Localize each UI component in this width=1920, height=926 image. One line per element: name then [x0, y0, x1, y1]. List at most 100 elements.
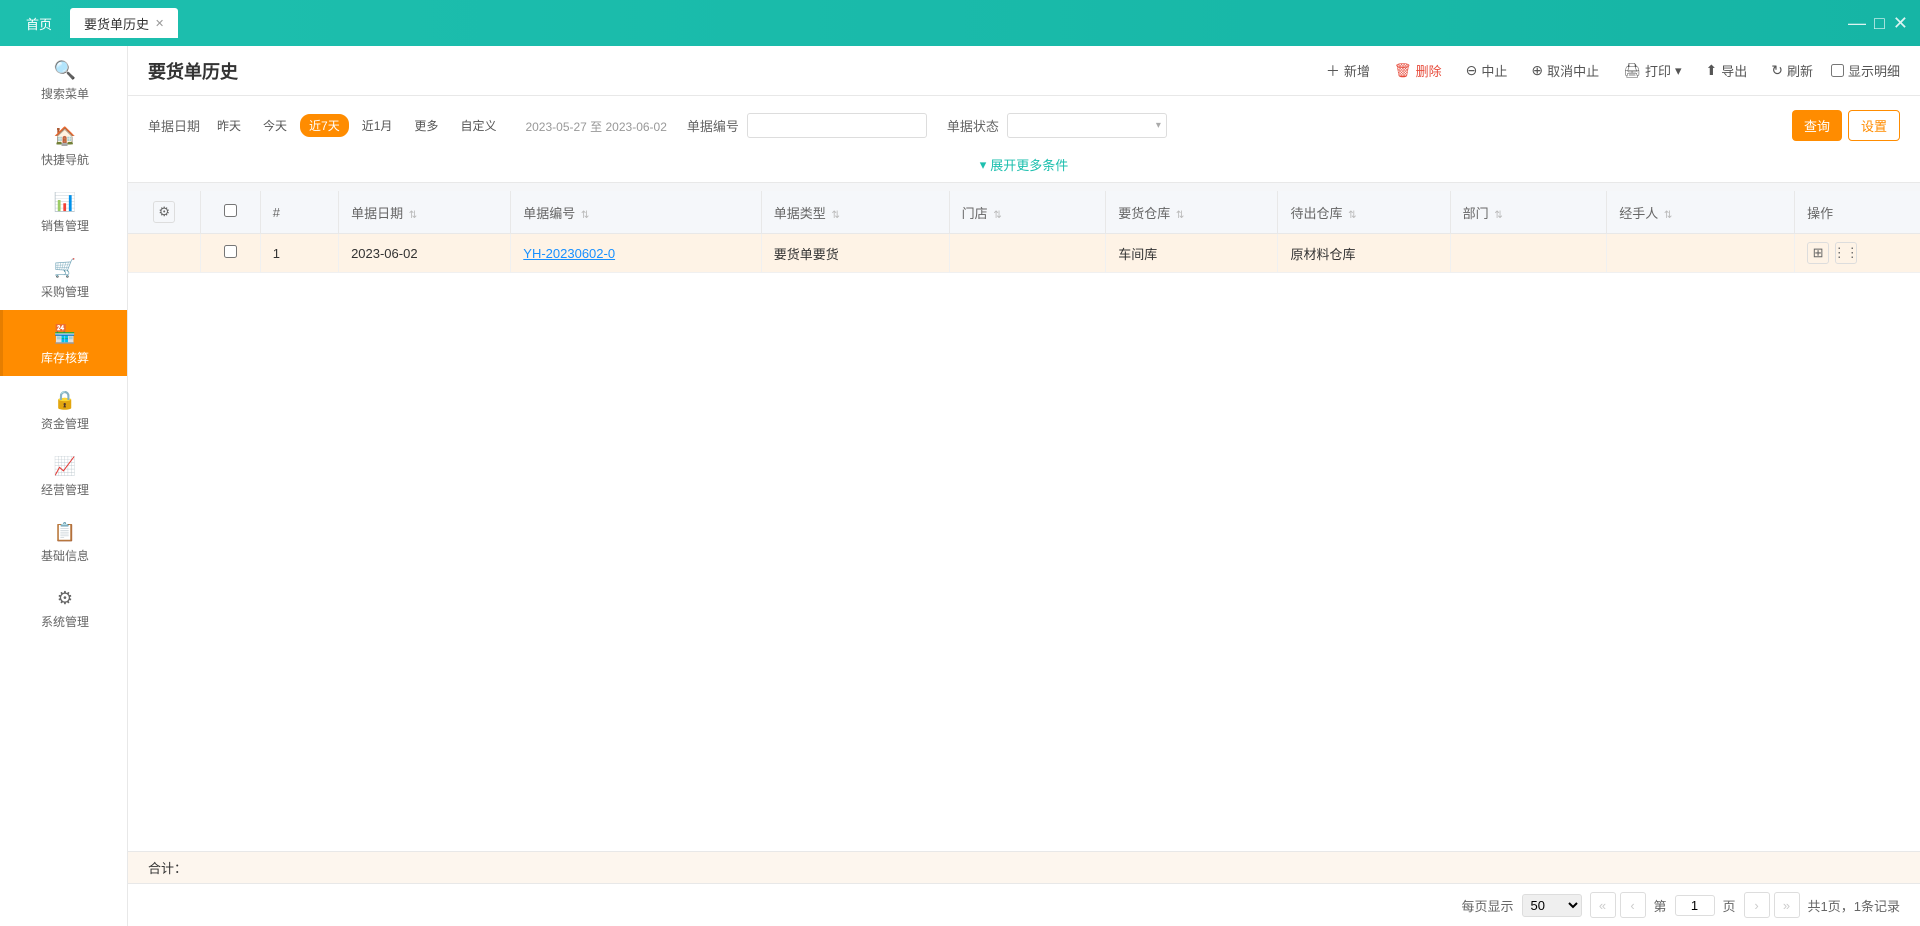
status-select-wrapper: ▾ [1007, 113, 1167, 138]
last-page-button[interactable]: » [1774, 892, 1800, 918]
inventory-icon: 🏪 [54, 324, 76, 345]
date-btn-7days[interactable]: 近7天 [300, 114, 349, 137]
date-btn-yesterday[interactable]: 昨天 [208, 114, 250, 137]
next-page-button[interactable]: › [1744, 892, 1770, 918]
sidebar-item-sales[interactable]: 📊 销售管理 [0, 178, 127, 244]
page-size-label: 每页显示 [1461, 896, 1513, 915]
sys-icon: ⚙ [57, 588, 73, 609]
expand-button[interactable]: ▾ 展开更多条件 [980, 155, 1069, 174]
prev-page-button[interactable]: ‹ [1620, 892, 1646, 918]
row-checkbox[interactable] [224, 245, 237, 258]
page-number-input[interactable] [1675, 895, 1715, 916]
col-docno-sort[interactable]: ⇅ [581, 210, 589, 221]
col-handler-header: 经手人 ⇅ [1607, 191, 1795, 234]
sidebar-item-base-info[interactable]: 📋 基础信息 [0, 508, 127, 574]
page-header: 要货单历史 ＋ 新增 🗑 删除 ⊖ 中止 ⊕ [128, 46, 1920, 96]
refresh-button[interactable]: ↻ 刷新 [1765, 57, 1819, 84]
add-button[interactable]: ＋ 新增 [1320, 57, 1376, 85]
page-total-info: 共1页，1条记录 [1808, 896, 1900, 915]
docno-input[interactable] [747, 113, 927, 138]
status-label: 单据状态 [947, 116, 999, 135]
query-button[interactable]: 查询 [1792, 110, 1842, 141]
col-type-sort[interactable]: ⇅ [831, 210, 839, 221]
doc-no-link[interactable]: YH-20230602-0 [523, 246, 615, 261]
base-info-icon: 📋 [54, 522, 76, 543]
sidebar-item-ops[interactable]: 📈 经营管理 [0, 442, 127, 508]
expand-row: ▾ 展开更多条件 [148, 147, 1900, 174]
col-to-wh-sort[interactable]: ⇅ [1348, 210, 1356, 221]
show-detail-toggle[interactable]: 显示明细 [1831, 61, 1900, 80]
show-detail-checkbox[interactable] [1831, 64, 1844, 77]
print-arrow-icon: ▾ [1675, 63, 1682, 79]
page-title: 要货单历史 [148, 58, 238, 84]
delete-button[interactable]: 🗑 删除 [1388, 57, 1448, 84]
col-date-sort[interactable]: ⇅ [409, 210, 417, 221]
sidebar-label-purchase: 采购管理 [41, 283, 89, 300]
content-area: 要货单历史 ＋ 新增 🗑 删除 ⊖ 中止 ⊕ [128, 46, 1920, 926]
cancel-stop-button[interactable]: ⊕ 取消中止 [1525, 57, 1605, 84]
col-from-wh-sort[interactable]: ⇅ [1176, 210, 1184, 221]
col-num-header: # [260, 191, 338, 234]
status-select[interactable] [1007, 113, 1167, 138]
print-label: 打印 [1645, 61, 1671, 80]
row-more-icon[interactable]: ⋮⋮ [1835, 242, 1857, 264]
requisition-table: ⚙ # 单据日期 ⇅ 单据编号 [128, 191, 1920, 273]
page-label-after: 页 [1719, 896, 1740, 915]
settings-button[interactable]: 设置 [1848, 110, 1900, 141]
sidebar-label-ops: 经营管理 [41, 481, 89, 498]
sidebar-label-search: 搜索菜单 [41, 85, 89, 102]
date-btn-1month[interactable]: 近1月 [353, 114, 402, 137]
sidebar: 🔍 搜索菜单 🏠 快捷导航 📊 销售管理 🛒 采购管理 🏪 库存核算 🔒 [0, 46, 128, 926]
col-type-header: 单据类型 ⇅ [761, 191, 949, 234]
sidebar-item-finance[interactable]: 🔒 资金管理 [0, 376, 127, 442]
expand-label: 展开更多条件 [990, 155, 1068, 174]
page-size-select[interactable]: 20 50 100 [1522, 894, 1582, 917]
col-dept-header: 部门 ⇅ [1450, 191, 1607, 234]
col-from-wh-header: 要货仓库 ⇅ [1106, 191, 1278, 234]
add-icon: ＋ [1326, 61, 1340, 81]
date-buttons: 昨天 今天 近7天 近1月 更多 自定义 [208, 114, 505, 137]
date-filter-group: 单据日期 昨天 今天 近7天 近1月 更多 自定义 [148, 114, 505, 137]
sales-icon: 📊 [54, 192, 76, 213]
minimize-icon[interactable]: — [1848, 13, 1866, 34]
date-btn-today[interactable]: 今天 [254, 114, 296, 137]
row-view-icon[interactable]: ⊞ [1807, 242, 1829, 264]
close-icon[interactable]: ✕ [1893, 13, 1908, 34]
action-buttons: 查询 设置 [1792, 110, 1900, 141]
docno-label: 单据编号 [687, 116, 739, 135]
tab-requisition-history[interactable]: 要货单历史 ✕ [70, 8, 178, 38]
home-icon: 🏠 [54, 126, 76, 147]
select-all-checkbox[interactable] [224, 204, 237, 217]
col-settings-icon[interactable]: ⚙ [153, 201, 175, 223]
first-page-button[interactable]: « [1590, 892, 1616, 918]
col-date-header: 单据日期 ⇅ [339, 191, 511, 234]
tab-home[interactable]: 首页 [12, 8, 66, 38]
maximize-icon[interactable]: □ [1874, 13, 1885, 34]
sidebar-item-quick-nav[interactable]: 🏠 快捷导航 [0, 112, 127, 178]
refresh-label: 刷新 [1787, 61, 1813, 80]
row-store [949, 234, 1106, 273]
stop-button[interactable]: ⊖ 中止 [1460, 57, 1514, 84]
sidebar-item-purchase[interactable]: 🛒 采购管理 [0, 244, 127, 310]
sidebar-item-inventory[interactable]: 🏪 库存核算 [0, 310, 127, 376]
sidebar-label-quick-nav: 快捷导航 [41, 151, 89, 168]
row-doc-date: 2023-06-02 [339, 234, 511, 273]
search-icon: 🔍 [54, 60, 76, 81]
col-settings: ⚙ [128, 191, 201, 234]
tab-bar: 首页 要货单历史 ✕ [12, 8, 1848, 38]
col-store-sort[interactable]: ⇅ [993, 210, 1001, 221]
col-handler-sort[interactable]: ⇅ [1664, 210, 1672, 221]
print-button[interactable]: 🖨 打印 ▾ [1617, 57, 1687, 84]
col-dept-sort[interactable]: ⇅ [1494, 210, 1502, 221]
query-label: 查询 [1804, 116, 1830, 135]
docno-filter-group: 单据编号 [687, 113, 927, 138]
date-btn-more[interactable]: 更多 [405, 114, 447, 137]
tab-close-icon[interactable]: ✕ [155, 17, 164, 30]
sidebar-item-search-menu[interactable]: 🔍 搜索菜单 [0, 46, 127, 112]
sidebar-item-sys[interactable]: ⚙ 系统管理 [0, 574, 127, 640]
sidebar-label-inventory: 库存核算 [41, 349, 89, 366]
date-btn-custom[interactable]: 自定义 [451, 114, 505, 137]
export-button[interactable]: ⬆ 导出 [1699, 57, 1753, 84]
date-filter-label: 单据日期 [148, 116, 200, 135]
print-icon: 🖨 [1623, 62, 1641, 79]
